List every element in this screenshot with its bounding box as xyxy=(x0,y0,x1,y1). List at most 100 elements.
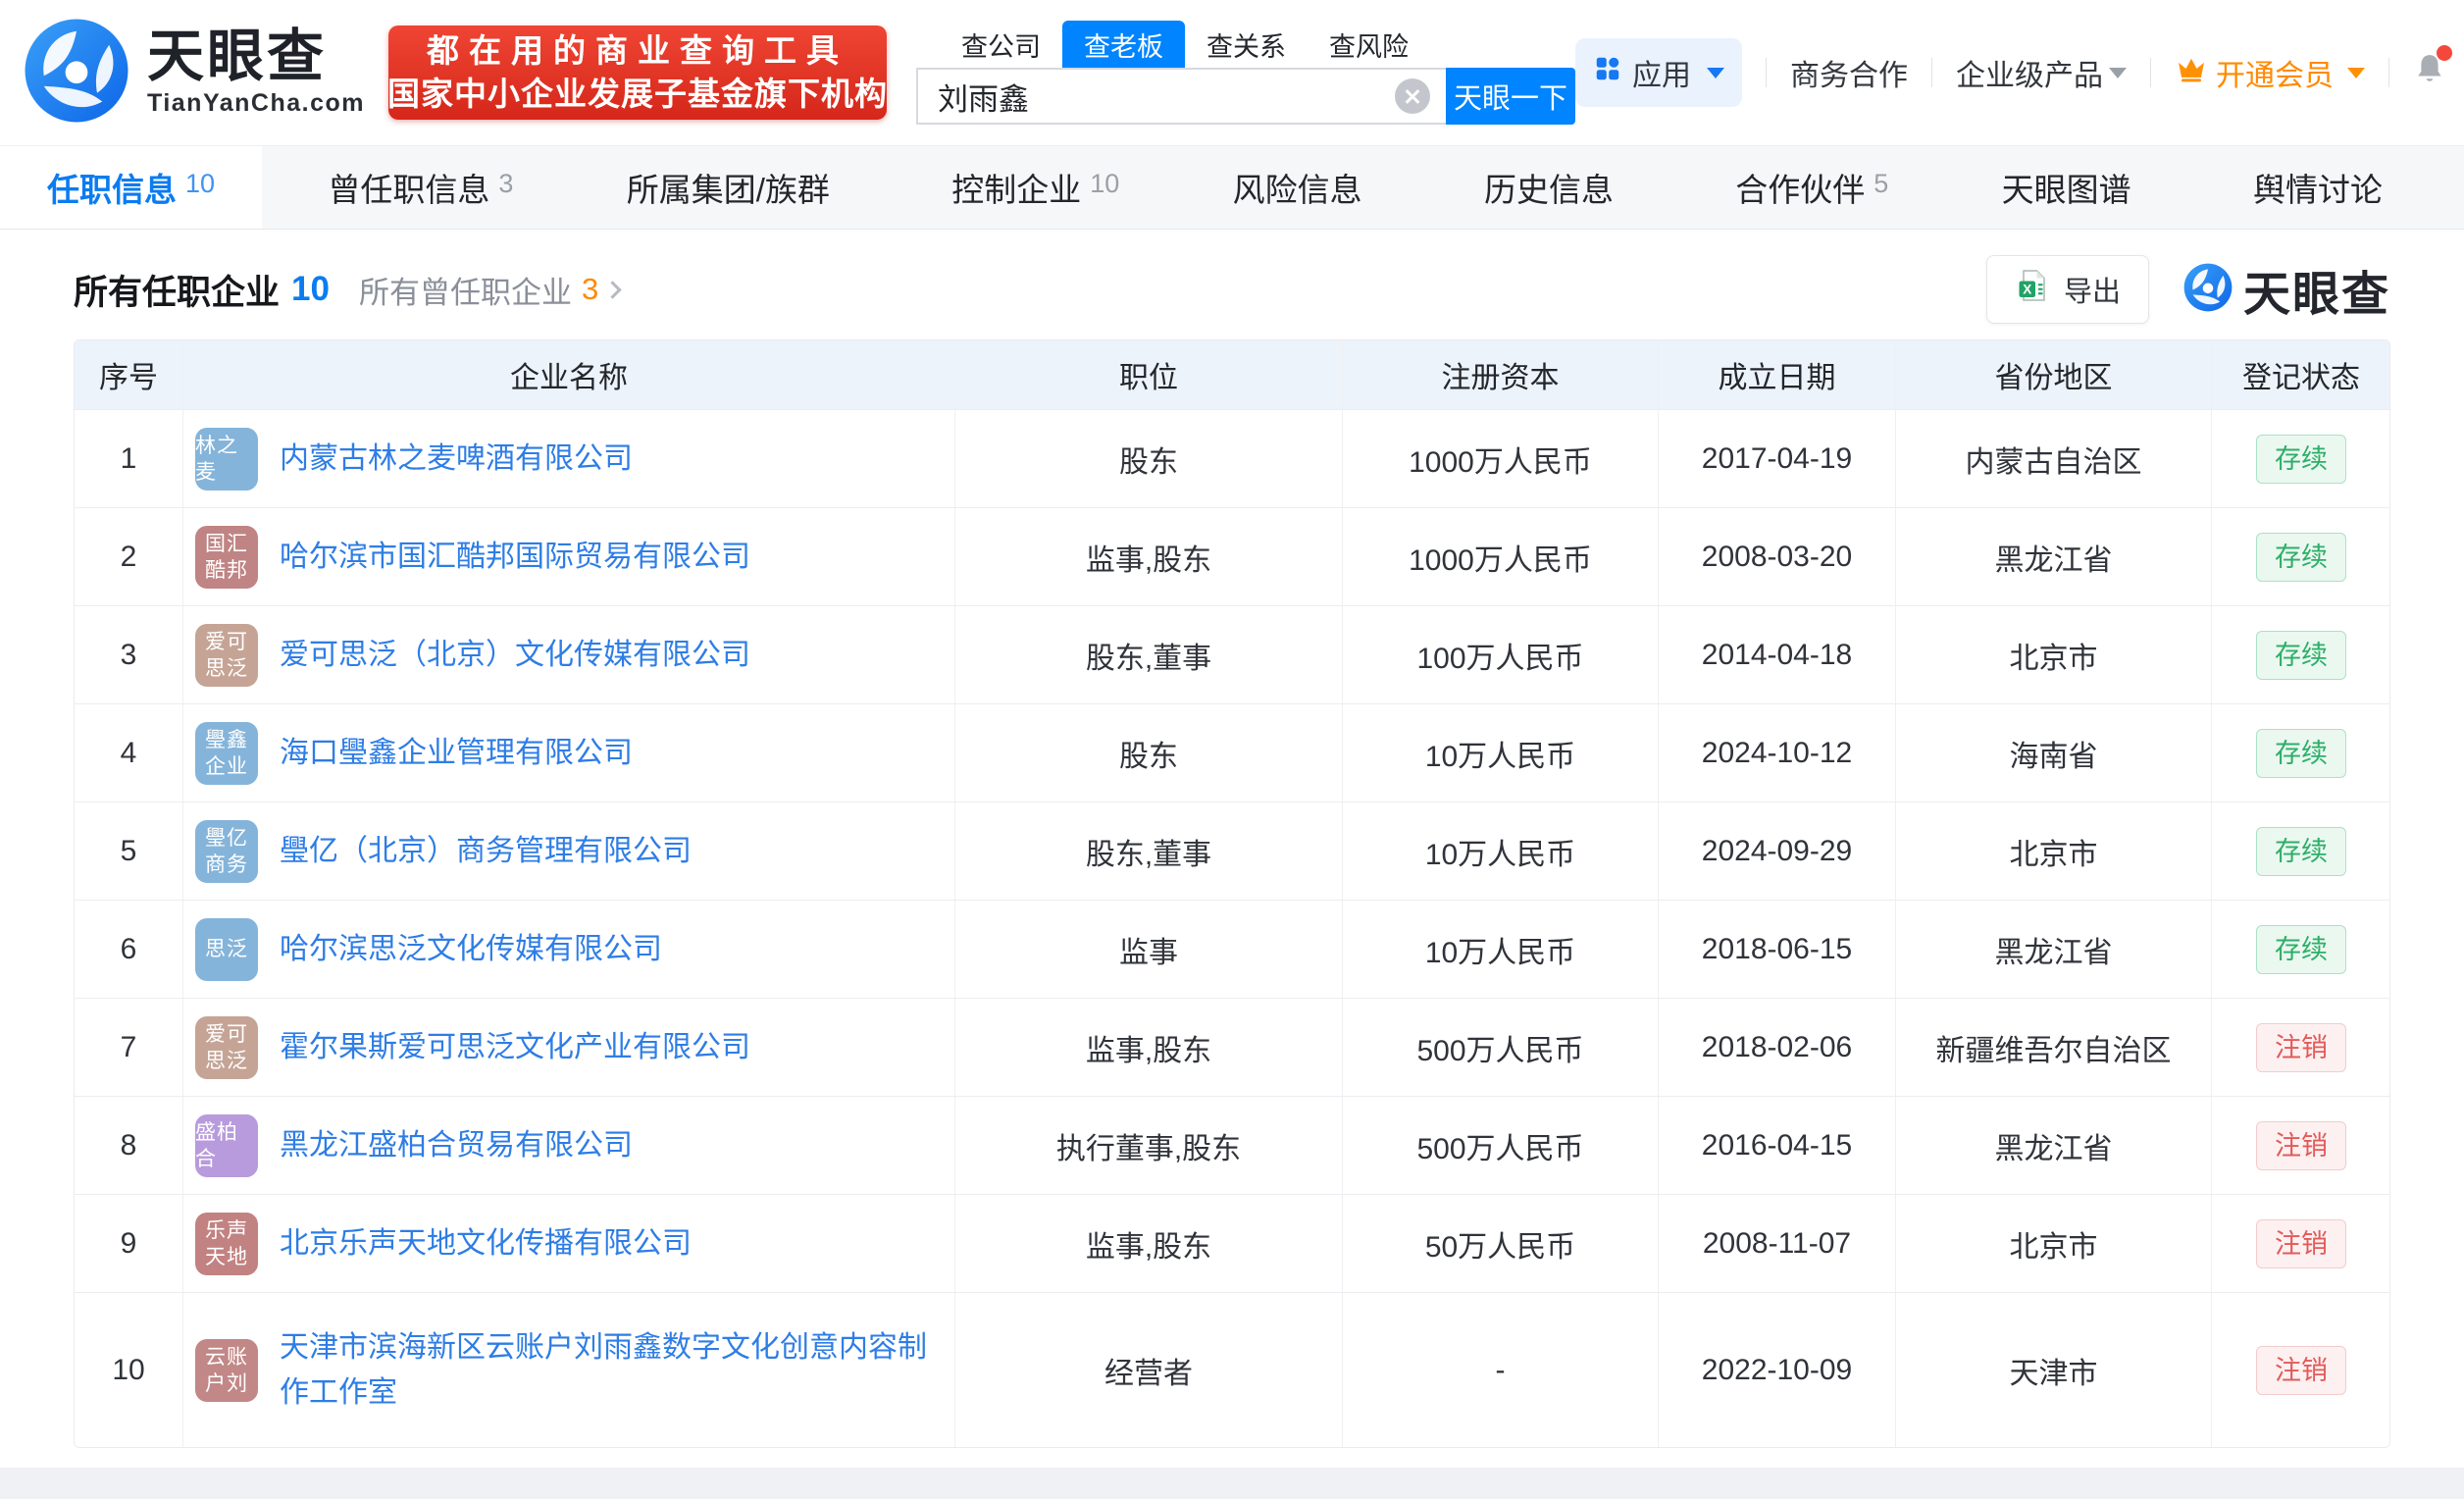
search-input[interactable] xyxy=(938,78,1395,114)
search-tab-label: 查老板 xyxy=(1084,31,1163,62)
page-tab-count: 10 xyxy=(185,168,216,198)
search-tab[interactable]: 查公司 xyxy=(940,21,1062,68)
search-button[interactable]: 天眼一下 xyxy=(1446,68,1575,125)
search-area: 查公司 查老板 查关系 查风险 天眼一下 xyxy=(916,21,1575,125)
page-tab-label: 曾任职信息 xyxy=(328,172,490,208)
company-link[interactable]: 哈尔滨市国汇酷邦国际贸易有限公司 xyxy=(280,535,750,580)
row-capital: 10万人民币 xyxy=(1342,901,1658,998)
chevron-down-icon xyxy=(2347,67,2365,78)
company-avatar: 璺鑫 企业 xyxy=(195,721,258,785)
page-tab-label: 所属集团/族群 xyxy=(626,172,830,208)
former-positions-link[interactable]: 所有曾任职企业 3 xyxy=(359,268,622,312)
nav-vip[interactable]: 开通会员 xyxy=(2175,51,2365,94)
row-province: 新疆维吾尔自治区 xyxy=(1895,999,2211,1096)
company-link[interactable]: 哈尔滨思泛文化传媒有限公司 xyxy=(280,927,662,972)
nav-cooperation[interactable]: 商务合作 xyxy=(1790,51,1908,94)
company-link[interactable]: 海口璺鑫企业管理有限公司 xyxy=(280,731,633,776)
notification-dot xyxy=(2437,45,2452,61)
row-province: 北京市 xyxy=(1895,606,2211,703)
company-link[interactable]: 内蒙古林之麦啤酒有限公司 xyxy=(280,437,633,482)
status-badge: 存续 xyxy=(2256,532,2346,582)
tianyancha-logo[interactable]: 天眼查 TianYanCha.com xyxy=(22,16,365,130)
status-badge: 注销 xyxy=(2256,1022,2346,1072)
row-seq: 1 xyxy=(120,441,137,475)
row-status-cell: 注销 xyxy=(2211,999,2389,1096)
row-position: 股东 xyxy=(954,410,1342,507)
tianyancha-logo-icon xyxy=(22,16,131,130)
row-status-cell: 存续 xyxy=(2211,704,2389,801)
chevron-down-icon xyxy=(2109,67,2127,78)
divider xyxy=(1931,58,1932,87)
row-capital: 1000万人民币 xyxy=(1342,410,1658,507)
company-avatar: 盛柏合 xyxy=(195,1113,258,1177)
company-link[interactable]: 黑龙江盛柏合贸易有限公司 xyxy=(280,1123,633,1168)
page-tab[interactable]: 任职信息 10 xyxy=(0,146,263,229)
row-position: 监事 xyxy=(954,901,1342,998)
row-date: 2017-04-19 xyxy=(1658,410,1895,507)
row-position: 执行董事,股东 xyxy=(954,1097,1342,1194)
row-seq: 3 xyxy=(120,638,137,671)
page-tab-count: 10 xyxy=(1090,168,1120,198)
status-badge: 注销 xyxy=(2256,1218,2346,1268)
col-header-date: 成立日期 xyxy=(1658,340,1895,409)
status-badge: 存续 xyxy=(2256,826,2346,876)
table-row: 1 林之麦 内蒙古林之麦啤酒有限公司 股东 1000万人民币 2017-04-1… xyxy=(75,409,2389,507)
row-province: 内蒙古自治区 xyxy=(1895,410,2211,507)
page-tab[interactable]: 风险信息 xyxy=(1186,146,1418,229)
company-avatar: 爱可 思泛 xyxy=(195,623,258,687)
export-label: 导出 xyxy=(2063,277,2121,308)
page-tab[interactable]: 合作伙伴 5 xyxy=(1688,146,1935,229)
company-avatar: 乐声 天地 xyxy=(195,1212,258,1275)
row-position: 经营者 xyxy=(954,1293,1342,1447)
table-row: 9 乐声 天地 北京乐声天地文化传播有限公司 监事,股东 50万人民币 2008-… xyxy=(75,1194,2389,1292)
row-capital: 500万人民币 xyxy=(1342,1097,1658,1194)
table-row: 2 国汇 酷邦 哈尔滨市国汇酷邦国际贸易有限公司 监事,股东 1000万人民币 2… xyxy=(75,507,2389,605)
promo-banner-line2: 国家中小企业发展子基金旗下机构 xyxy=(387,76,888,112)
page-tab[interactable]: 控制企业 10 xyxy=(904,146,1166,229)
apps-grid-icon xyxy=(1593,54,1622,91)
search-tab[interactable]: 查风险 xyxy=(1308,21,1430,68)
clear-input-icon[interactable] xyxy=(1395,78,1430,114)
row-company-cell: 林之麦 内蒙古林之麦啤酒有限公司 xyxy=(182,410,954,507)
company-link[interactable]: 北京乐声天地文化传播有限公司 xyxy=(280,1221,692,1266)
company-link[interactable]: 天津市滨海新区云账户刘雨鑫数字文化创意内容制作工作室 xyxy=(280,1325,935,1416)
row-seq: 6 xyxy=(120,932,137,965)
row-status-cell: 注销 xyxy=(2211,1097,2389,1194)
row-capital: 500万人民币 xyxy=(1342,999,1658,1096)
row-capital: 1000万人民币 xyxy=(1342,508,1658,605)
company-link[interactable]: 霍尔果斯爱可思泛文化产业有限公司 xyxy=(280,1025,750,1070)
page-tab[interactable]: 历史信息 xyxy=(1437,146,1669,229)
apps-menu[interactable]: 应用 xyxy=(1575,38,1742,107)
status-badge: 存续 xyxy=(2256,728,2346,778)
nav-enterprise[interactable]: 企业级产品 xyxy=(1956,51,2127,94)
table-row: 10 云账 户刘 天津市滨海新区云账户刘雨鑫数字文化创意内容制作工作室 经营者 -… xyxy=(75,1292,2389,1447)
row-company-cell: 盛柏合 黑龙江盛柏合贸易有限公司 xyxy=(182,1097,954,1194)
table-row: 4 璺鑫 企业 海口璺鑫企业管理有限公司 股东 10万人民币 2024-10-12… xyxy=(75,703,2389,801)
nav-vip-label: 开通会员 xyxy=(2216,60,2334,92)
page-tab[interactable]: 所属集团/族群 xyxy=(580,146,886,229)
row-date: 2024-10-12 xyxy=(1658,704,1895,801)
row-seq: 8 xyxy=(120,1128,137,1162)
row-status-cell: 存续 xyxy=(2211,901,2389,998)
footer-band xyxy=(0,1468,2464,1499)
row-date: 2016-04-15 xyxy=(1658,1097,1895,1194)
table-body: 1 林之麦 内蒙古林之麦啤酒有限公司 股东 1000万人民币 2017-04-1… xyxy=(75,409,2389,1447)
search-tab[interactable]: 查关系 xyxy=(1185,21,1308,68)
row-seq: 2 xyxy=(120,540,137,573)
notification-bell[interactable] xyxy=(2413,45,2452,94)
company-link[interactable]: 爱可思泛（北京）文化传媒有限公司 xyxy=(280,633,750,678)
row-status-cell: 注销 xyxy=(2211,1195,2389,1292)
search-tab[interactable]: 查老板 xyxy=(1062,21,1185,68)
section-title: 所有任职企业 xyxy=(74,273,281,312)
row-position: 监事,股东 xyxy=(954,508,1342,605)
promo-banner-line1: 都在用的商业查询工具 xyxy=(427,32,848,69)
page-tab[interactable]: 曾任职信息 3 xyxy=(281,146,560,229)
page-tab[interactable]: 舆情讨论 xyxy=(2206,146,2438,229)
page-tab-label: 天眼图谱 xyxy=(2001,172,2131,208)
export-button[interactable]: X 导出 xyxy=(1985,255,2149,324)
top-navigation: 应用 商务合作 企业级产品 开通会员 xyxy=(1575,38,2464,107)
page-tab[interactable]: 天眼图谱 xyxy=(1955,146,2187,229)
company-link[interactable]: 璺亿（北京）商务管理有限公司 xyxy=(280,829,692,874)
row-status-cell: 存续 xyxy=(2211,410,2389,507)
bell-icon xyxy=(2413,55,2446,93)
